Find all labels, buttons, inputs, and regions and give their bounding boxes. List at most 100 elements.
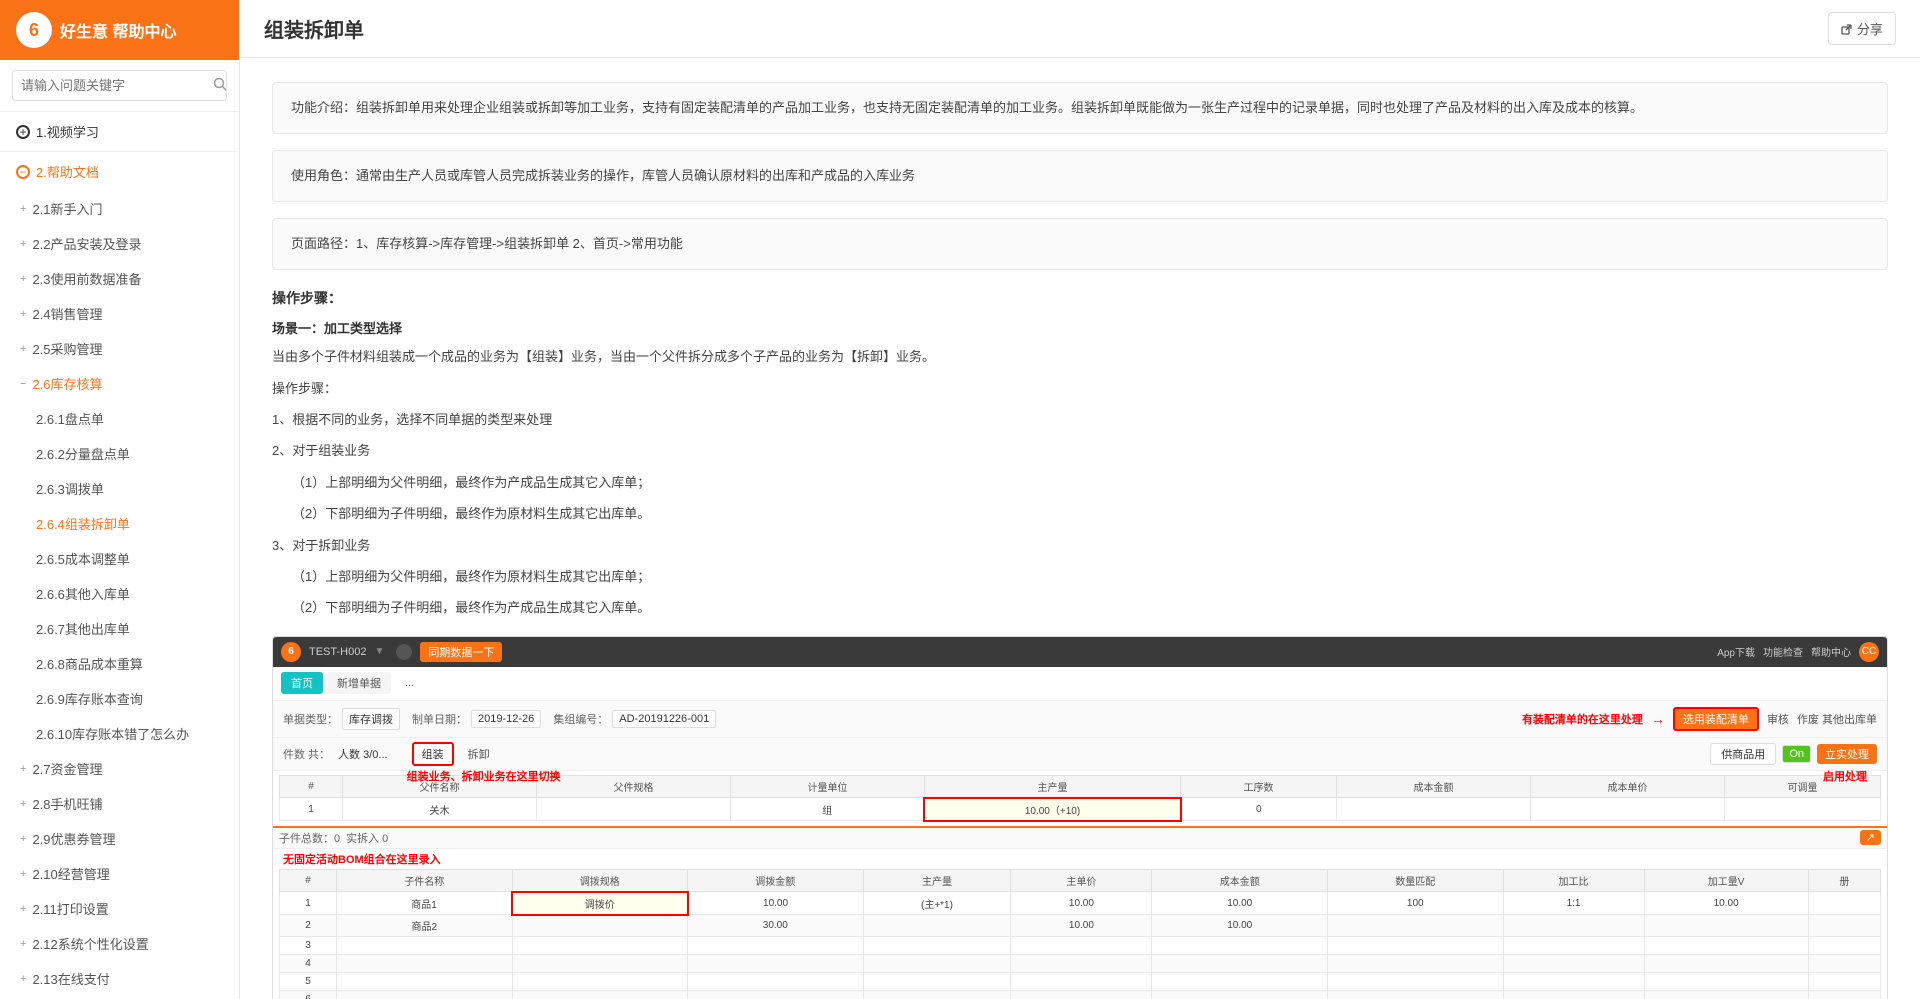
sidebar-item-install[interactable]: + 2.2产品安装及登录 xyxy=(0,226,239,261)
sidebar-item-inventory-261[interactable]: 2.6.1盘点单 xyxy=(0,401,239,436)
action-btn[interactable]: 作废 其他出库单 xyxy=(1797,711,1877,727)
cell-match xyxy=(1327,915,1503,937)
sidebar-item-beginner[interactable]: + 2.1新手入门 xyxy=(0,191,239,226)
nav-expand-icon xyxy=(16,125,30,139)
sidebar-item-inventory-268[interactable]: 2.6.8商品成本重算 xyxy=(0,646,239,681)
upper-col-num: # xyxy=(280,775,343,798)
nav-tab-more[interactable]: ... xyxy=(395,674,424,692)
doc-num-val[interactable]: AD-20191226-001 xyxy=(612,710,716,728)
sidebar-item-mobile[interactable]: + 2.8手机旺铺 xyxy=(0,786,239,821)
page-title: 组装拆卸单 xyxy=(264,14,364,43)
sidebar-item-inventory-267[interactable]: 2.6.7其他出库单 xyxy=(0,611,239,646)
nav-sub-list-docs: + 2.1新手入门 + 2.2产品安装及登录 + 2.3使用前数据准备 + 2.… xyxy=(0,191,239,999)
approve-btn[interactable]: 审核 xyxy=(1767,711,1789,727)
search-box xyxy=(0,60,239,112)
role-text: 使用角色：通常由生产人员或库管人员完成拆装业务的操作，库管人员确认原材料的出库和… xyxy=(291,168,915,183)
doc-right-actions: 有装配清单的在这里处理 → 选用装配清单 审核 作废 其他出库单 xyxy=(1522,707,1877,731)
lower-table: # 子件名称 调拨规格 调拨金额 主产量 主单价 成本金额 数量匹配 加工比 xyxy=(279,869,1881,999)
sidebar-item-coupon[interactable]: + 2.9优惠券管理 xyxy=(0,821,239,856)
path-text: 页面路径：1、库存核算->库存管理->组装拆卸单 2、首页->常用功能 xyxy=(291,236,683,251)
share-label: 分享 xyxy=(1857,19,1883,38)
cell-spec: 调拨价 xyxy=(512,892,688,915)
sidebar-item-inventory-265[interactable]: 2.6.5成本调整单 xyxy=(0,541,239,576)
sidebar-sub-label: 2.5采购管理 xyxy=(32,339,102,358)
cell-ratio xyxy=(1503,915,1644,937)
sidebar-sub-label: 2.1新手入门 xyxy=(32,199,102,218)
doc-type-val[interactable]: 库存调拨 xyxy=(342,708,400,730)
logo-icon: 6 xyxy=(16,12,52,48)
doc-type-label: 单据类型： xyxy=(283,711,338,727)
cell-cost: 10.00 xyxy=(1152,892,1328,915)
sidebar-item-inventory-266[interactable]: 2.6.6其他入库单 xyxy=(0,576,239,611)
cell-price: 30.00 xyxy=(688,915,864,937)
cell-proc-qty xyxy=(1644,915,1808,937)
sidebar-item-inventory-269[interactable]: 2.6.9库存账本查询 xyxy=(0,681,239,716)
sidebar-item-purchase[interactable]: + 2.5采购管理 xyxy=(0,331,239,366)
sidebar-item-management[interactable]: + 2.10经营管理 xyxy=(0,856,239,891)
form-and-table-area: 单据类型： 库存调拨 制单日期： 2019-12-26 集组编号： AD-201… xyxy=(273,701,1887,999)
sidebar-item-label: 1.视频学习 xyxy=(36,122,99,141)
expand-icon[interactable]: ↗ xyxy=(1860,830,1881,845)
sidebar-sub-label: 2.3使用前数据准备 xyxy=(32,269,141,288)
share-icon xyxy=(1841,23,1853,35)
lower-col-action: 册 xyxy=(1808,869,1880,892)
lower-col-ratio: 加工比 xyxy=(1503,869,1644,892)
select-bom-btn[interactable]: 选用装配清单 xyxy=(1673,707,1759,731)
lower-table-header-bar: 子件总数：0 实拆入 0 ↗ xyxy=(273,826,1887,849)
lower-col-num: # xyxy=(280,869,337,892)
share-button[interactable]: 分享 xyxy=(1828,12,1896,45)
lower-col-price: 调拨金额 xyxy=(688,869,864,892)
app-orange-btn[interactable]: 同期数据一下 xyxy=(420,642,502,662)
sidebar-item-inventory[interactable]: − 2.6库存核算 xyxy=(0,366,239,401)
assembly-type-btn[interactable]: 组装 xyxy=(412,742,454,766)
sidebar-item-inventory-264[interactable]: 2.6.4组装拆卸单 xyxy=(0,506,239,541)
sidebar-sub-label: 2.7资金管理 xyxy=(32,759,102,778)
intro-block: 功能介绍：组装拆卸单用来处理企业组装或拆卸等加工业务，支持有固定装配清单的产品加… xyxy=(272,82,1888,134)
step3-2: （2）下部明细为子件明细，最终作为产成品生成其它入库单。 xyxy=(272,596,1888,619)
approve-action-btn[interactable]: 立实处理 xyxy=(1817,744,1877,764)
app-help: 帮助中心 xyxy=(1811,644,1851,659)
nav-tab-new[interactable]: 新增单据 xyxy=(327,672,391,694)
lower-table-area: # 子件名称 调拨规格 调拨金额 主产量 主单价 成本金额 数量匹配 加工比 xyxy=(273,869,1887,999)
app-settings-icon xyxy=(396,644,412,660)
sidebar-sub-label: 2.2产品安装及登录 xyxy=(32,234,141,253)
nav-group-video: 1.视频学习 xyxy=(0,112,239,152)
search-input[interactable] xyxy=(13,72,205,99)
on-toggle-btn[interactable]: On xyxy=(1782,745,1811,763)
sidebar-item-payment[interactable]: + 2.13在线支付 xyxy=(0,961,239,996)
sidebar-item-settings[interactable]: + 2.12系统个性化设置 xyxy=(0,926,239,961)
sidebar-item-inventory-2610[interactable]: 2.6.10库存账本错了怎么办 xyxy=(0,716,239,751)
pieces-val: 人数 3/0... xyxy=(338,746,388,762)
main-content: 组装拆卸单 分享 功能介绍：组装拆卸单用来处理企业组装或拆卸等加工业务，支持有固… xyxy=(240,0,1920,999)
cell-unit-price: 10.00 xyxy=(1011,892,1152,915)
upper-col-unit: 计量单位 xyxy=(730,775,924,798)
screenshot-inner: 6 TEST-H002 ▼ 同期数据一下 App下载 功能检查 帮助中心 CC … xyxy=(273,637,1887,999)
doc-date-val[interactable]: 2019-12-26 xyxy=(471,710,541,728)
cell-avail xyxy=(1724,798,1880,821)
annotation-assembly-switch: 组装业务、拆卸业务在这里切换 xyxy=(407,768,561,784)
sidebar-item-print[interactable]: + 2.11打印设置 xyxy=(0,891,239,926)
sidebar-sub-label: 2.10经营管理 xyxy=(32,864,109,883)
doc-num-field: 集组编号： AD-20191226-001 xyxy=(553,710,716,728)
search-button[interactable] xyxy=(205,71,227,100)
steps-title: 操作步骤： xyxy=(272,288,1888,308)
lower-col-unit-price: 主单价 xyxy=(1011,869,1152,892)
sidebar-item-docs[interactable]: 2.帮助文档 xyxy=(0,152,239,191)
sidebar-sub-label: 2.12系统个性化设置 xyxy=(32,934,148,953)
step2-2: （2）下部明细为子件明细，最终作为原材料生成其它出库单。 xyxy=(272,502,1888,525)
sidebar-item-finance[interactable]: + 2.7资金管理 xyxy=(0,751,239,786)
nav-tab-home[interactable]: 首页 xyxy=(281,672,323,694)
sidebar-item-inventory-263[interactable]: 2.6.3调拨单 xyxy=(0,471,239,506)
pieces-label: 件数 共： xyxy=(283,746,330,762)
sidebar-item-sales[interactable]: + 2.4销售管理 xyxy=(0,296,239,331)
cell-match: 100 xyxy=(1327,892,1503,915)
sidebar-brand-title: 好生意 帮助中心 xyxy=(60,18,176,42)
search-supplier-input[interactable]: 供商品用 xyxy=(1710,743,1776,765)
sidebar-item-video[interactable]: 1.视频学习 xyxy=(0,112,239,151)
sidebar-item-inventory-262[interactable]: 2.6.2分量盘点单 xyxy=(0,436,239,471)
cell-spec xyxy=(512,915,688,937)
screenshot-container: 6 TEST-H002 ▼ 同期数据一下 App下载 功能检查 帮助中心 CC … xyxy=(272,636,1888,999)
doc-type-field: 单据类型： 库存调拨 xyxy=(283,708,400,730)
disassembly-type-btn[interactable]: 拆卸 xyxy=(460,744,498,764)
sidebar-item-data-prep[interactable]: + 2.3使用前数据准备 xyxy=(0,261,239,296)
